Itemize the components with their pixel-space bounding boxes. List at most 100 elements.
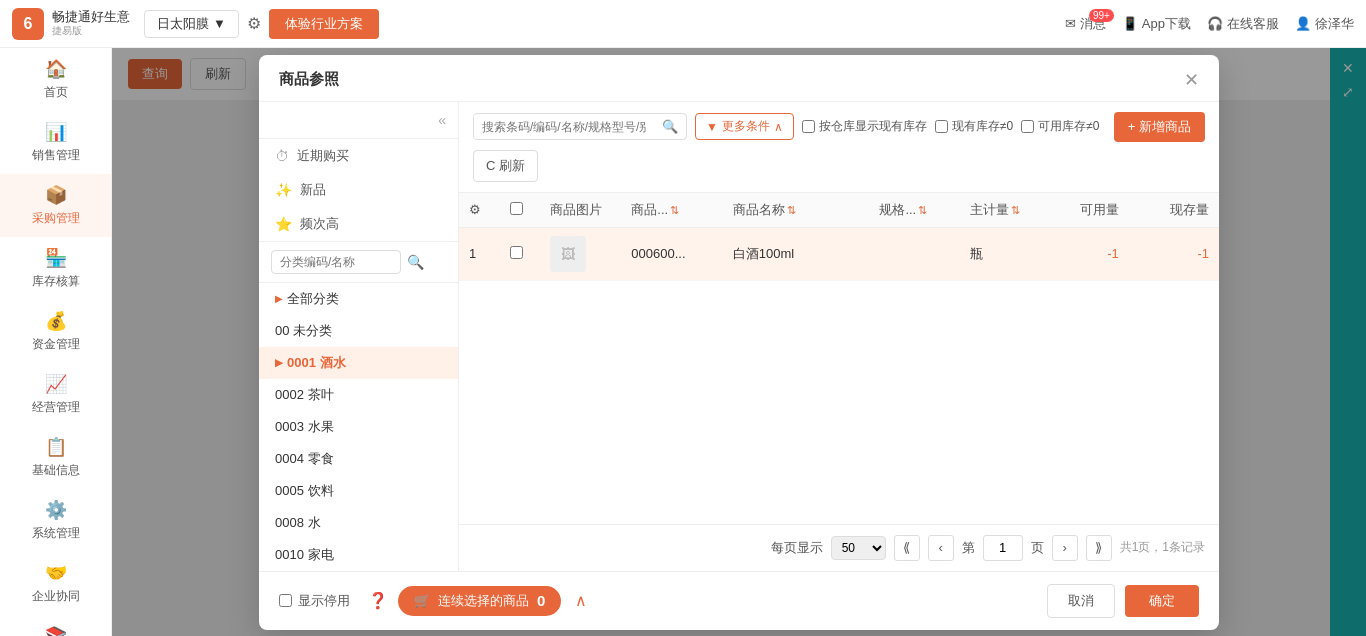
- settings-icon[interactable]: ⚙: [247, 14, 261, 33]
- warehouse-checkbox-group: 按仓库显示现有库存: [802, 118, 927, 135]
- sidebar-item-2[interactable]: 📦采购管理: [0, 174, 111, 237]
- confirm-btn[interactable]: 确定: [1125, 585, 1199, 617]
- sidebar-icon-5: 📈: [45, 373, 67, 395]
- add-product-btn[interactable]: + 新增商品: [1114, 112, 1205, 142]
- cat-arrow-0: ▶: [275, 293, 283, 304]
- warehouse-label: 按仓库显示现有库存: [819, 118, 927, 135]
- top-nav: 6 畅捷通好生意 捷易版 日太阳膜 ▼ ⚙ 体验行业方案 ✉ 消息 99+ 📱 …: [0, 0, 1366, 48]
- category-item-2[interactable]: ▶0001 酒水: [259, 347, 458, 379]
- category-item-1[interactable]: 00 未分类: [259, 315, 458, 347]
- dialog-header: 商品参照 ✕: [259, 55, 1219, 102]
- warehouse-checkbox[interactable]: [802, 120, 815, 133]
- quick-label-1: 新品: [300, 181, 326, 199]
- available-checkbox[interactable]: [935, 120, 948, 133]
- last-page-btn[interactable]: ⟫: [1086, 535, 1112, 561]
- row-spec-0: [869, 227, 959, 280]
- help-icon[interactable]: ❓: [368, 591, 388, 610]
- cat-label-3: 0002 茶叶: [275, 386, 334, 404]
- sidebar-item-1[interactable]: 📊销售管理: [0, 111, 111, 174]
- filter-label: 更多条件: [722, 118, 770, 135]
- nav-right: ✉ 消息 99+ 📱 App下载 🎧 在线客服 👤 徐泽华: [1065, 15, 1354, 33]
- app-download-nav[interactable]: 📱 App下载: [1122, 15, 1191, 33]
- sidebar-label-4: 资金管理: [32, 336, 80, 353]
- nav-selector[interactable]: 日太阳膜 ▼: [144, 10, 239, 38]
- quick-icon-1: ✨: [275, 182, 292, 198]
- th-check: [500, 193, 541, 228]
- table-row-0[interactable]: 1 🖼 000600... 白酒100ml 瓶 -1 -1: [459, 227, 1219, 280]
- sidebar-item-5[interactable]: 📈经营管理: [0, 363, 111, 426]
- filter-more-btn[interactable]: ▼ 更多条件 ∧: [695, 113, 794, 140]
- messages-badge: 99+: [1089, 9, 1114, 22]
- per-page-select[interactable]: 501020100: [831, 536, 886, 560]
- quick-item-1[interactable]: ✨ 新品: [259, 173, 458, 207]
- settings-col-icon[interactable]: ⚙: [469, 202, 481, 217]
- nav-selector-text: 日太阳膜: [157, 15, 209, 33]
- category-list: ▶全部分类 00 未分类 ▶0001 酒水 0002 茶叶 0003 水果0004 零食…: [259, 283, 458, 571]
- dialog-close-icon[interactable]: ✕: [1184, 69, 1199, 91]
- sidebar-icon-6: 📋: [45, 436, 67, 458]
- experience-btn[interactable]: 体验行业方案: [269, 9, 379, 39]
- category-item-7[interactable]: 0008 水: [259, 507, 458, 539]
- sidebar-item-3[interactable]: 🏪库存核算: [0, 237, 111, 300]
- sidebar-item-7[interactable]: ⚙️系统管理: [0, 489, 111, 552]
- select-all-checkbox[interactable]: [510, 202, 523, 215]
- cart-count: 0: [537, 592, 545, 609]
- category-item-3[interactable]: 0002 茶叶: [259, 379, 458, 411]
- right-panel: 🔍 ▼ 更多条件 ∧ 按仓库显示现有库存: [459, 102, 1219, 571]
- user-avatar[interactable]: 👤 徐泽华: [1295, 15, 1354, 33]
- avatar-icon: 👤: [1295, 16, 1311, 31]
- th-code: 商品...⇅: [621, 193, 722, 228]
- pagination: 每页显示 501020100 ⟪ ‹ 第 页 › ⟫ 共1页，1条记录: [459, 524, 1219, 571]
- show-disabled-checkbox[interactable]: [279, 594, 292, 607]
- refresh-table-btn[interactable]: C 刷新: [473, 150, 538, 182]
- sidebar-item-8[interactable]: 🤝企业协同: [0, 552, 111, 615]
- cart-label: 连续选择的商品: [438, 592, 529, 610]
- page-label: 第: [962, 539, 975, 557]
- first-page-btn[interactable]: ⟪: [894, 535, 920, 561]
- cat-label-6: 0005 饮料: [275, 482, 334, 500]
- sidebar-label-3: 库存核算: [32, 273, 80, 290]
- category-item-8[interactable]: 0010 家电: [259, 539, 458, 571]
- quick-item-0[interactable]: ⏱近期购买: [259, 139, 458, 173]
- usable-checkbox[interactable]: [1021, 120, 1034, 133]
- prev-page-btn[interactable]: ‹: [928, 535, 954, 561]
- main-content: 查询 刷新 ✕ ⤢ 商品参照 ✕ «: [112, 48, 1366, 636]
- category-item-6[interactable]: 0005 饮料: [259, 475, 458, 507]
- cat-label-7: 0008 水: [275, 514, 321, 532]
- online-service-nav[interactable]: 🎧 在线客服: [1207, 15, 1279, 33]
- cart-btn[interactable]: 🛒 连续选择的商品 0: [398, 586, 561, 616]
- product-table-wrap: ⚙ 商品图片 商品...⇅ 商品名称⇅ 规格...⇅ 主计量⇅ 可用量 现存量: [459, 193, 1219, 524]
- category-search-input[interactable]: [271, 250, 401, 274]
- quick-icon-0: ⏱: [275, 148, 289, 164]
- page-number-input[interactable]: [983, 535, 1023, 561]
- collapse-left-icon[interactable]: «: [438, 112, 446, 128]
- messages-nav[interactable]: ✉ 消息 99+: [1065, 15, 1106, 33]
- username: 徐泽华: [1315, 15, 1354, 33]
- total-info: 共1页，1条记录: [1120, 539, 1205, 556]
- row-num-0: 1: [459, 227, 500, 280]
- cat-label-1: 00 未分类: [275, 322, 332, 340]
- category-item-4[interactable]: 0003 水果: [259, 411, 458, 443]
- left-panel-top: «: [259, 102, 458, 139]
- chevron-down-icon: ▼: [213, 16, 226, 31]
- cart-icon: 🛒: [414, 593, 430, 608]
- row-checkbox-0[interactable]: [510, 246, 523, 259]
- sidebar-item-6[interactable]: 📋基础信息: [0, 426, 111, 489]
- cancel-btn[interactable]: 取消: [1047, 584, 1115, 618]
- product-search-input[interactable]: [474, 115, 654, 139]
- category-search-icon[interactable]: 🔍: [407, 254, 424, 270]
- sidebar-label-7: 系统管理: [32, 525, 80, 542]
- sidebar-item-4[interactable]: 💰资金管理: [0, 300, 111, 363]
- sidebar-item-9[interactable]: 📚新手引导: [0, 615, 111, 636]
- product-search-icon[interactable]: 🔍: [654, 114, 686, 139]
- quick-label-2: 频次高: [300, 215, 339, 233]
- collapse-icon[interactable]: ∧: [575, 591, 587, 610]
- sidebar-item-0[interactable]: 🏠首页: [0, 48, 111, 111]
- category-item-0[interactable]: ▶全部分类: [259, 283, 458, 315]
- logo-sub: 捷易版: [52, 24, 130, 38]
- next-page-btn[interactable]: ›: [1052, 535, 1078, 561]
- category-item-5[interactable]: 0004 零食: [259, 443, 458, 475]
- dialog-title: 商品参照: [279, 70, 339, 89]
- available-label: 现有库存≠0: [952, 118, 1013, 135]
- quick-item-2[interactable]: ⭐频次高: [259, 207, 458, 241]
